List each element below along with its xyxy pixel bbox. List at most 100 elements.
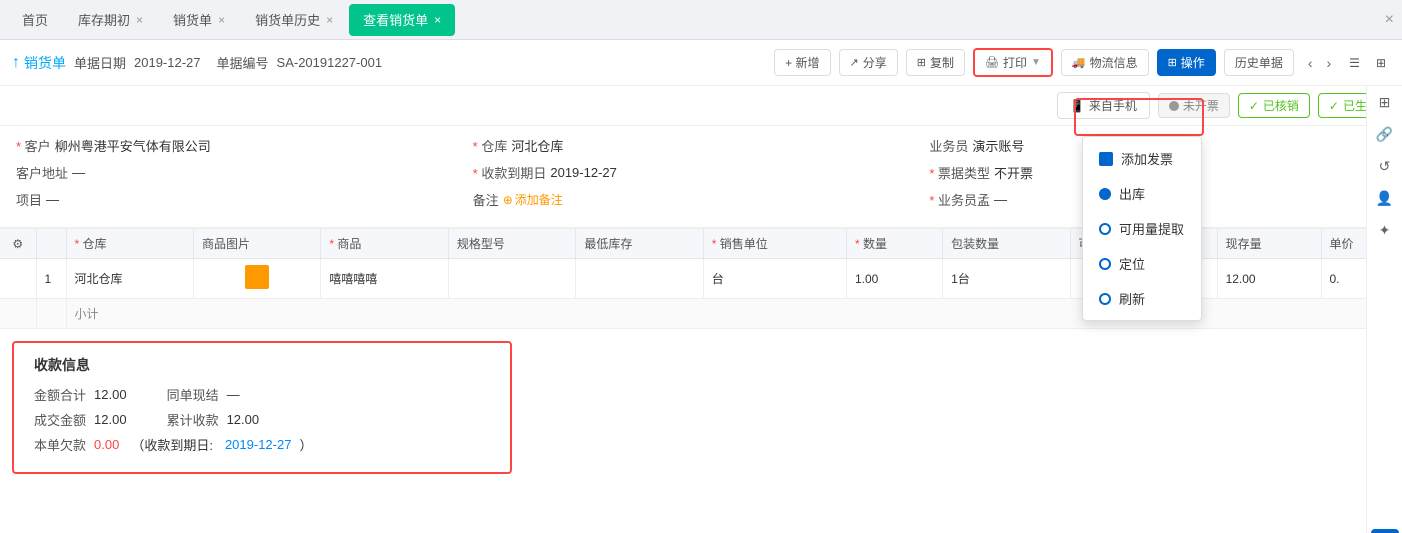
subtotal-settings — [0, 299, 36, 329]
col-min-stock: 最低库存 — [576, 229, 703, 259]
history-button[interactable]: 历史单据 — [1224, 49, 1294, 76]
available-qty-item[interactable]: 可用量提取 — [1083, 211, 1201, 246]
col-quantity: 数量 — [846, 229, 942, 259]
checked-button[interactable]: ✓ 已核销 — [1238, 93, 1310, 118]
transaction-value: 12.00 — [94, 412, 127, 427]
arrears-note: （收款到期日: — [131, 435, 213, 454]
add-note-button[interactable]: ⊕ 添加备注 — [503, 191, 563, 208]
doc-meta: 单据日期 2019-12-27 单据编号 SA-20191227-001 — [74, 53, 382, 72]
locate-item[interactable]: 定位 — [1083, 246, 1201, 281]
row-image — [193, 259, 320, 299]
row-warehouse: 河北仓库 — [66, 259, 193, 299]
nav-arrows: ‹ › — [1302, 51, 1337, 75]
tab-view-sales-label: 查看销货单 — [363, 10, 428, 29]
salesperson-value: — — [994, 192, 1007, 207]
sidebar-rotate-icon[interactable]: ↺ — [1371, 152, 1399, 180]
same-order-item: 同单现结 — — [167, 385, 240, 404]
toolbar: + 新增 ↗ 分享 ⊞ 复制 🖨 打印 ▼ 🚚 物流信息 ⊞ 操作 — [774, 48, 1390, 77]
check-icon2: ✓ — [1329, 99, 1339, 113]
plus-icon: ⊕ — [503, 193, 513, 207]
logistics-button[interactable]: 🚚 物流信息 — [1061, 49, 1149, 76]
summary-box: 收款信息 金额合计 12.00 同单现结 — 成交金额 12.00 累计收款 — [12, 341, 512, 474]
same-order-value: — — [227, 387, 240, 402]
address-label: 客户地址 — [16, 163, 68, 182]
row-unit: 台 — [703, 259, 846, 299]
operations-button[interactable]: ⊞ 操作 — [1157, 49, 1216, 76]
row-spec — [448, 259, 575, 299]
row-min-stock — [576, 259, 703, 299]
next-button[interactable]: › — [1321, 51, 1338, 75]
row-quantity: 1.00 — [846, 259, 942, 299]
grid-view-button[interactable]: ☰ — [1345, 54, 1364, 72]
not-opened-button[interactable]: 未开票 — [1158, 93, 1230, 118]
add-invoice-label: 添加发票 — [1121, 149, 1173, 168]
sidebar-link-icon[interactable]: 🔗 — [1371, 120, 1399, 148]
col-package-qty: 包装数量 — [943, 229, 1070, 259]
dropdown-menu: 添加发票 出库 可用量提取 定位 刷新 — [1082, 136, 1202, 321]
row-current-stock: 12.00 — [1217, 259, 1321, 299]
col-settings[interactable]: ⚙ — [0, 229, 36, 259]
tab-sales-history[interactable]: 销货单历史 × — [241, 4, 347, 36]
tab-sales[interactable]: 销货单 × — [159, 4, 239, 36]
product-image — [245, 265, 269, 289]
customer-label: 客户 — [16, 136, 51, 155]
amount-total-label: 金额合计 — [34, 385, 86, 404]
payment-date-value: 2019-12-27 — [550, 165, 617, 180]
sidebar-grid-icon[interactable]: ⊞ — [1371, 88, 1399, 116]
right-sidebar: ⊞ 🔗 ↺ 👤 ✦ ⤢ — [1366, 80, 1402, 533]
doc-number-label: 单据编号 SA-20191227-001 — [217, 53, 383, 72]
tab-view-sales-close[interactable]: × — [434, 13, 441, 27]
tab-inventory[interactable]: 库存期初 × — [64, 4, 157, 36]
tab-home[interactable]: 首页 — [8, 4, 62, 36]
row-settings[interactable] — [0, 259, 36, 299]
cumulative-value: 12.00 — [227, 412, 260, 427]
transaction-item: 成交金额 12.00 — [34, 410, 127, 429]
customer-value: 柳州粤港平安气体有限公司 — [55, 136, 211, 155]
summary-row-2: 成交金额 12.00 累计收款 12.00 — [34, 410, 490, 429]
warehouse-field: 仓库 河北仓库 — [473, 136, 930, 155]
cumulative-item: 累计收款 12.00 — [167, 410, 260, 429]
tab-home-label: 首页 — [22, 10, 48, 29]
sidebar-star-icon[interactable]: ✦ — [1371, 216, 1399, 244]
add-invoice-item[interactable]: 添加发票 — [1083, 141, 1201, 176]
tab-inventory-close[interactable]: × — [136, 13, 143, 27]
ticket-type-value: 不开票 — [994, 163, 1033, 182]
ticket-type-label: 票据类型 — [929, 163, 990, 182]
check-icon: ✓ — [1249, 99, 1259, 113]
tab-sales-close[interactable]: × — [218, 13, 225, 27]
refresh-icon — [1099, 293, 1111, 305]
share-button[interactable]: ↗ 分享 — [839, 49, 898, 76]
address-value: — — [72, 165, 85, 180]
doc-title-text: 销货单 — [24, 53, 66, 73]
refresh-item[interactable]: 刷新 — [1083, 281, 1201, 316]
row-package-qty: 1台 — [943, 259, 1070, 299]
refresh-label: 刷新 — [1119, 289, 1145, 308]
close-all-tabs[interactable]: × — [1385, 11, 1394, 29]
print-button[interactable]: 🖨 打印 ▼ — [973, 48, 1053, 77]
locate-icon — [1099, 258, 1111, 270]
summary-row-3: 本单欠款 0.00 （收款到期日: 2019-12-27 ） — [34, 435, 490, 454]
salesperson-label: 业务员孟 — [929, 190, 990, 209]
tab-bar: 首页 库存期初 × 销货单 × 销货单历史 × 查看销货单 × × — [0, 0, 1402, 40]
tab-sales-history-close[interactable]: × — [326, 13, 333, 27]
project-value: — — [46, 192, 59, 207]
outbound-item[interactable]: 出库 — [1083, 176, 1201, 211]
staff-value: 演示账号 — [972, 136, 1024, 155]
tab-view-sales[interactable]: 查看销货单 × — [349, 4, 455, 36]
project-field: 项目 — — [16, 190, 473, 209]
sidebar-expand-icon[interactable]: ⤢ — [1371, 529, 1399, 533]
col-unit: 销售单位 — [703, 229, 846, 259]
list-view-button[interactable]: ⊞ — [1372, 54, 1390, 72]
from-phone-button[interactable]: 📱 来自手机 — [1057, 92, 1150, 119]
copy-button[interactable]: ⊞ 复制 — [906, 49, 965, 76]
locate-label: 定位 — [1119, 254, 1145, 273]
new-button[interactable]: + 新增 — [774, 49, 830, 76]
circle-icon — [1169, 101, 1179, 111]
status-bar: 📱 来自手机 未开票 ✓ 已核销 ✓ 已生效 — [0, 86, 1402, 126]
doc-header: ↑ 销货单 单据日期 2019-12-27 单据编号 SA-20191227-0… — [0, 40, 1402, 86]
sidebar-user-icon[interactable]: 👤 — [1371, 184, 1399, 212]
tab-sales-label: 销货单 — [173, 10, 212, 29]
subtotal-empty — [36, 299, 66, 329]
main-content: ⊞ 🔗 ↺ 👤 ✦ ⤢ ↑ 销货单 单据日期 2019-12-27 单据编号 S… — [0, 40, 1402, 533]
prev-button[interactable]: ‹ — [1302, 51, 1319, 75]
